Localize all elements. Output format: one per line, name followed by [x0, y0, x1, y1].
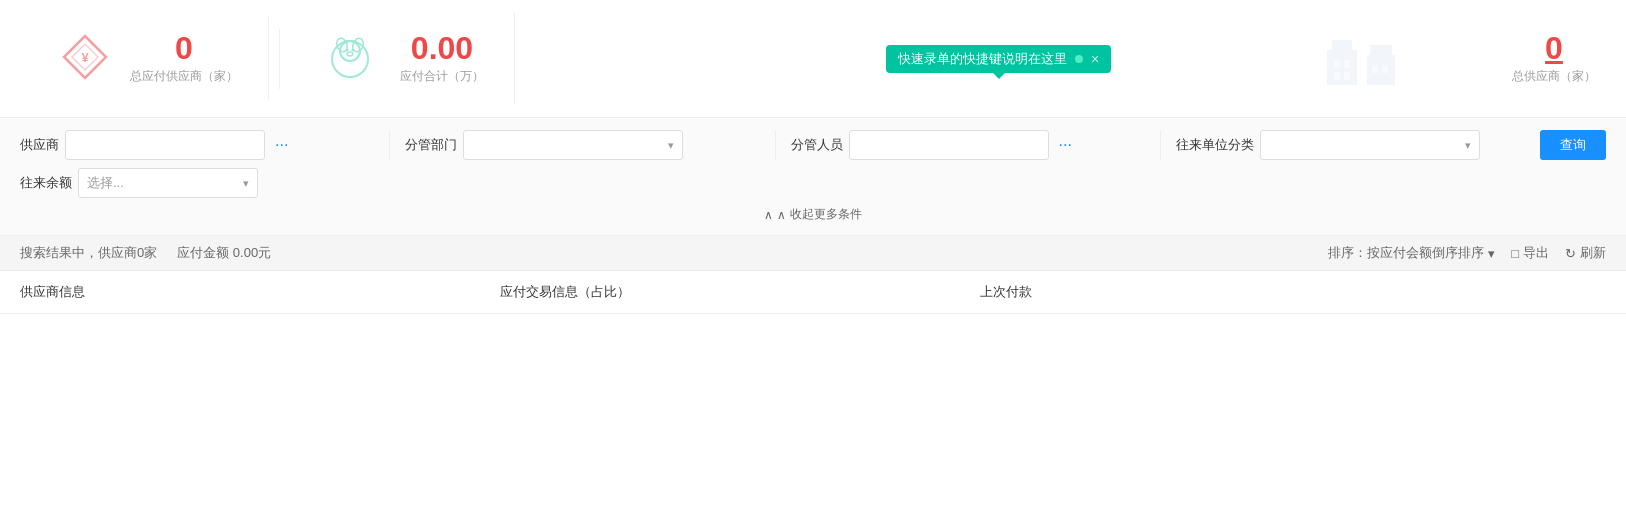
payable-total-value: 0.00: [411, 32, 473, 64]
svg-rect-14: [1370, 45, 1392, 57]
unit-class-select[interactable]: ▾: [1260, 130, 1480, 160]
department-select[interactable]: ▾: [463, 130, 683, 160]
svg-rect-19: [1372, 65, 1378, 73]
svg-rect-20: [1382, 65, 1388, 73]
filter-group-unit-class: 往来单位分类 ▾: [1176, 130, 1530, 160]
total-suppliers-value: 0: [1545, 32, 1563, 64]
stat-payable-text: 0 总应付供应商（家）: [130, 32, 238, 85]
payable-total-label: 应付合计（万）: [400, 68, 484, 85]
refresh-button[interactable]: ↻ 刷新: [1565, 244, 1606, 262]
stat-total-suppliers-text: 0 总供应商（家）: [1512, 32, 1596, 85]
tooltip-dot: [1075, 55, 1083, 63]
total-payable-value: 0: [175, 32, 193, 64]
person-dots-btn[interactable]: ···: [1055, 136, 1076, 154]
svg-rect-17: [1334, 72, 1340, 80]
balance-placeholder: 选择...: [87, 174, 124, 192]
svg-point-9: [347, 52, 353, 56]
refresh-icon: ↻: [1565, 246, 1576, 261]
export-button[interactable]: □ 导出: [1511, 244, 1549, 262]
filter-group-supplier: 供应商 ···: [20, 130, 374, 160]
sort-selector[interactable]: 排序：按应付会额倒序排序 ▾: [1328, 244, 1495, 262]
refresh-label: 刷新: [1580, 244, 1606, 262]
person-label: 分管人员: [791, 136, 843, 154]
balance-chevron-icon: ▾: [243, 177, 249, 190]
divider-2: [775, 130, 776, 160]
supplier-count: 搜索结果中，供应商0家: [20, 244, 157, 262]
collapse-button[interactable]: ∧ ∧ 收起更多条件: [764, 206, 861, 223]
person-input[interactable]: [849, 130, 1049, 160]
stat-total-payable-suppliers: ¥ 0 总应付供应商（家）: [30, 17, 269, 100]
svg-point-4: [340, 41, 360, 61]
stats-bar: ¥ 0 总应付供应商（家）: [0, 0, 1626, 118]
balance-label: 往来余额: [20, 174, 72, 192]
svg-rect-12: [1332, 40, 1352, 52]
filter-area: 供应商 ··· 分管部门 ▾ 分管人员 ··· 往来单位分类 ▾: [0, 118, 1626, 236]
shortcut-tooltip[interactable]: 快速录单的快捷键说明在这里 ×: [886, 45, 1111, 73]
unit-class-chevron-icon: ▾: [1465, 139, 1471, 152]
total-payable-label: 总应付供应商（家）: [130, 68, 238, 85]
sort-chevron-icon: ▾: [1488, 246, 1495, 261]
stat-total-suppliers: 0 总供应商（家）: [1482, 17, 1626, 100]
svg-rect-11: [1327, 50, 1357, 85]
sort-text: 排序：按应付会额倒序排序: [1328, 244, 1484, 262]
diamond-icon: ¥: [60, 32, 110, 85]
svg-point-7: [346, 49, 349, 52]
col-payment-header: 上次付款: [980, 283, 1606, 301]
total-suppliers-label: 总供应商（家）: [1512, 68, 1596, 85]
collapse-label: 收起更多条件: [790, 206, 862, 223]
stat-payable-total: 0.00 应付合计（万）: [290, 12, 515, 105]
supplier-label: 供应商: [20, 136, 59, 154]
results-actions: 排序：按应付会额倒序排序 ▾ □ 导出 ↻ 刷新: [1328, 244, 1606, 262]
collapse-row: ∧ ∧ 收起更多条件: [20, 206, 1606, 223]
filter-row-1: 供应商 ··· 分管部门 ▾ 分管人员 ··· 往来单位分类 ▾: [20, 130, 1606, 160]
balance-select[interactable]: 选择... ▾: [78, 168, 258, 198]
unit-class-label: 往来单位分类: [1176, 136, 1254, 154]
divider-3: [1160, 130, 1161, 160]
filter-group-person: 分管人员 ···: [791, 130, 1145, 160]
svg-rect-13: [1367, 55, 1395, 85]
pig-icon: [320, 27, 380, 90]
results-bar: 搜索结果中，供应商0家 应付金额 0.00元 排序：按应付会额倒序排序 ▾ □ …: [0, 236, 1626, 271]
svg-text:¥: ¥: [81, 50, 89, 65]
collapse-up-icon: ∧ ∧: [764, 208, 785, 222]
svg-rect-15: [1334, 60, 1340, 68]
department-label: 分管部门: [405, 136, 457, 154]
divider-1: [389, 130, 390, 160]
filter-row-2: 往来余额 选择... ▾: [20, 168, 1606, 198]
svg-rect-18: [1344, 72, 1350, 80]
col-supplier-header: 供应商信息: [20, 283, 500, 301]
payable-amount: 应付金额 0.00元: [177, 244, 271, 262]
tooltip-text: 快速录单的快捷键说明在这里: [898, 50, 1067, 68]
stat-payable-total-text: 0.00 应付合计（万）: [400, 32, 484, 85]
query-button[interactable]: 查询: [1540, 130, 1606, 160]
tooltip-close-icon[interactable]: ×: [1091, 51, 1099, 67]
filter-group-department: 分管部门 ▾: [405, 130, 759, 160]
results-summary: 搜索结果中，供应商0家 应付金额 0.00元: [20, 244, 271, 262]
svg-point-8: [352, 49, 355, 52]
filter-group-balance: 往来余额 选择... ▾: [20, 168, 320, 198]
department-chevron-icon: ▾: [668, 139, 674, 152]
table-body: [0, 314, 1626, 515]
supplier-input[interactable]: [65, 130, 265, 160]
supplier-dots-btn[interactable]: ···: [271, 136, 292, 154]
table-header: 供应商信息 应付交易信息（占比） 上次付款: [0, 271, 1626, 314]
export-icon: □: [1511, 246, 1519, 261]
svg-rect-16: [1344, 60, 1350, 68]
export-label: 导出: [1523, 244, 1549, 262]
col-transaction-header: 应付交易信息（占比）: [500, 283, 980, 301]
